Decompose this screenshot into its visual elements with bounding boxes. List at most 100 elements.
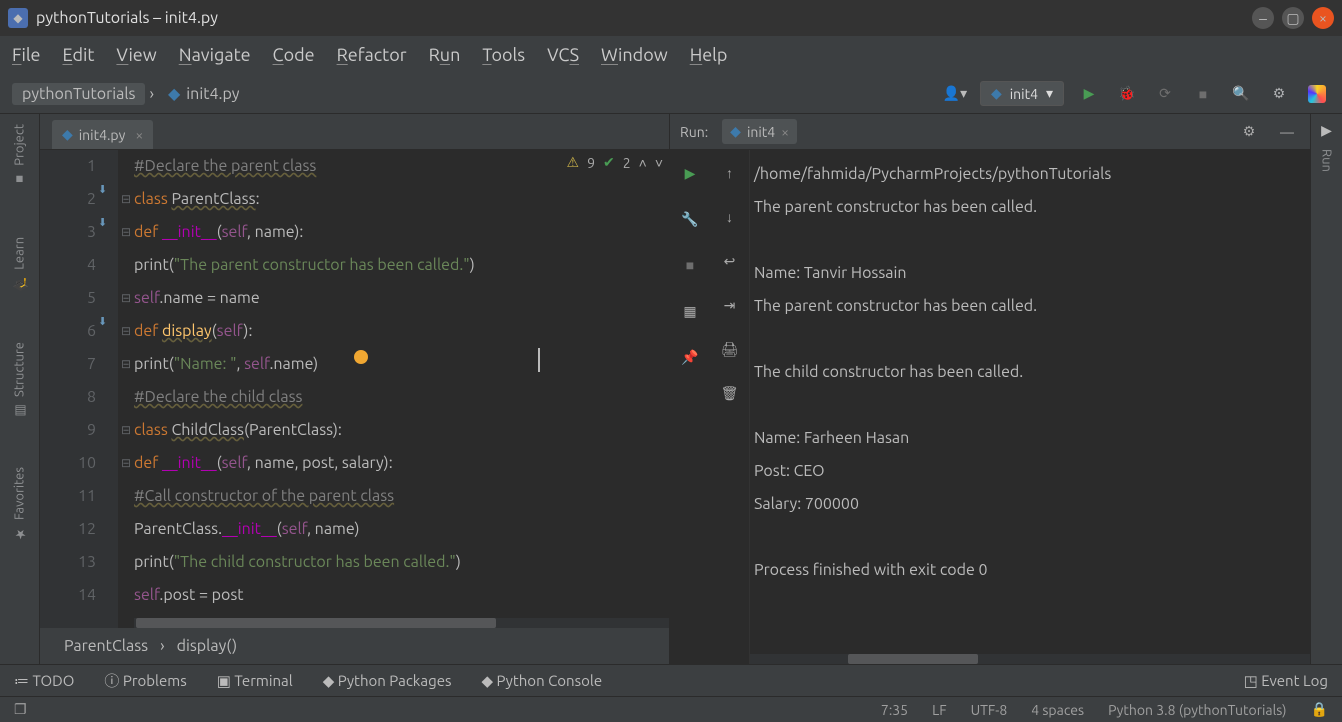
python-icon <box>730 123 741 140</box>
console-hscroll[interactable] <box>750 654 1310 664</box>
editor-tab-init4[interactable]: init4.py × <box>52 120 153 149</box>
down-arrow-icon[interactable]: ↓ <box>717 204 743 230</box>
tool-favorites[interactable]: ★ Favorites <box>12 467 27 541</box>
user-icon[interactable]: 👤▾ <box>942 81 968 107</box>
tool-python-console[interactable]: ◆ Python Console <box>482 672 603 690</box>
crumb-method[interactable]: display() <box>177 637 238 655</box>
menu-vcs[interactable]: VCS <box>547 45 579 65</box>
status-indent[interactable]: 4 spaces <box>1031 702 1084 718</box>
status-line-separator[interactable]: LF <box>932 702 947 718</box>
tool-terminal[interactable]: ▣ Terminal <box>217 672 293 690</box>
tool-run[interactable]: Run <box>1320 149 1334 172</box>
chevron-down-icon: ▾ <box>1046 85 1053 102</box>
run-button[interactable]: ▶ <box>1076 81 1102 107</box>
menu-edit[interactable]: Edit <box>63 45 95 65</box>
editor-tabs: init4.py × <box>40 114 669 150</box>
editor-hscroll[interactable] <box>134 618 669 628</box>
code-editor[interactable]: ⚠9 ✔2 ˄ ˅ 1 2⬇ 3⬇ 4 5 6⬇ 7 8 9 10 11 <box>40 150 669 628</box>
expand-arrow-icon[interactable]: ▶ <box>1321 122 1332 139</box>
maximize-icon[interactable]: ▢ <box>1282 7 1304 29</box>
menu-run[interactable]: Run <box>429 45 461 65</box>
debug-button[interactable]: 🐞 <box>1114 81 1140 107</box>
run-panel: Run: init4 × ⚙ — ▶ 🔧 ■ ▦ 📌 ↑ ↓ <box>670 114 1310 664</box>
tool-project[interactable]: ■ Project <box>12 124 27 187</box>
run-body: ▶ 🔧 ■ ▦ 📌 ↑ ↓ ↩ ⇥ 🖨 🗑 /home/fahmida/Pych… <box>670 150 1310 664</box>
left-tool-strip: ■ Project 🎓 Learn ▤ Structure ★ Favorite… <box>0 114 40 664</box>
console-output[interactable]: /home/fahmida/PycharmProjects/pythonTuto… <box>750 150 1310 664</box>
status-encoding[interactable]: UTF-8 <box>971 702 1008 718</box>
override-icon[interactable]: ⬇ <box>98 183 107 196</box>
run-toolbar-right: ↑ ↓ ↩ ⇥ 🖨 🗑 <box>710 150 750 664</box>
bottom-tool-tabs: ≔ TODO ⓘ Problems ▣ Terminal ◆ Python Pa… <box>0 664 1342 696</box>
window-controls: ‒ ▢ × <box>1252 7 1334 29</box>
settings-icon[interactable]: ⚙ <box>1266 81 1292 107</box>
python-file-icon <box>62 126 73 143</box>
search-icon[interactable]: 🔍 <box>1228 81 1254 107</box>
text-cursor <box>538 348 540 372</box>
menu-code[interactable]: Code <box>273 45 315 65</box>
stop-button[interactable]: ■ <box>1190 81 1216 107</box>
editor-run-split: init4.py × ⚠9 ✔2 ˄ ˅ 1 2⬇ 3⬇ 4 5 6⬇ 7 8 <box>40 114 1310 664</box>
ide-features-icon[interactable] <box>1304 81 1330 107</box>
title-bar: ◆ pythonTutorials – init4.py ‒ ▢ × <box>0 0 1342 36</box>
override-icon[interactable]: ⬇ <box>98 315 107 328</box>
run-toolbar-left: ▶ 🔧 ■ ▦ 📌 <box>670 150 710 664</box>
menu-file[interactable]: File <box>12 45 41 65</box>
status-cursor-position[interactable]: 7:35 <box>881 702 908 718</box>
code-area[interactable]: #Declare the parent class class ParentCl… <box>134 150 669 628</box>
pin-icon[interactable]: 📌 <box>677 344 703 370</box>
menu-window[interactable]: Window <box>601 45 668 65</box>
print-icon[interactable]: 🖨 <box>717 336 743 362</box>
menu-bar: File Edit View Navigate Code Refactor Ru… <box>0 36 1342 74</box>
window-title: pythonTutorials – init4.py <box>36 9 218 27</box>
run-settings-icon[interactable]: ⚙ <box>1236 119 1262 145</box>
fold-gutter[interactable]: ⊟⊟⊟⊟⊟⊟⊟ <box>118 150 134 628</box>
close-tab-icon[interactable]: × <box>781 124 789 140</box>
breadcrumb-file[interactable]: init4.py <box>158 82 250 105</box>
crumb-class[interactable]: ParentClass <box>64 637 148 655</box>
override-icon[interactable]: ⬇ <box>98 216 107 229</box>
editor-panel: init4.py × ⚠9 ✔2 ˄ ˅ 1 2⬇ 3⬇ 4 5 6⬇ 7 8 <box>40 114 670 664</box>
minimize-tool-icon[interactable]: — <box>1274 119 1300 145</box>
main-area: ■ Project 🎓 Learn ▤ Structure ★ Favorite… <box>0 114 1342 664</box>
breadcrumb-separator: › <box>149 85 154 103</box>
run-config-select[interactable]: init4 ▾ <box>980 81 1064 106</box>
run-header: Run: init4 × ⚙ — <box>670 114 1310 150</box>
python-icon <box>991 85 1002 102</box>
status-windows-icon[interactable]: ❐ <box>14 701 27 718</box>
close-tab-icon[interactable]: × <box>131 127 143 143</box>
close-icon[interactable]: × <box>1312 7 1334 29</box>
tool-todo[interactable]: ≔ TODO <box>14 672 74 690</box>
run-header-label: Run: <box>680 124 708 140</box>
menu-tools[interactable]: Tools <box>482 45 525 65</box>
editor-breadcrumb[interactable]: ParentClass › display() <box>40 628 669 664</box>
line-number-gutter[interactable]: 1 2⬇ 3⬇ 4 5 6⬇ 7 8 9 10 11 12 13 14 <box>40 150 118 628</box>
breadcrumbs: pythonTutorials › init4.py <box>12 82 250 105</box>
tool-event-log[interactable]: ◳ Event Log <box>1244 672 1328 690</box>
tool-structure[interactable]: ▤ Structure <box>12 342 27 418</box>
stop-button[interactable]: ■ <box>677 252 703 278</box>
menu-refactor[interactable]: Refactor <box>337 45 407 65</box>
tool-problems[interactable]: ⓘ Problems <box>104 670 186 691</box>
coverage-button[interactable]: ⟳ <box>1152 81 1178 107</box>
soft-wrap-icon[interactable]: ↩ <box>717 248 743 274</box>
breadcrumb-project[interactable]: pythonTutorials <box>12 83 145 105</box>
navigation-bar: pythonTutorials › init4.py 👤▾ init4 ▾ ▶ … <box>0 74 1342 114</box>
rerun-button[interactable]: ▶ <box>677 160 703 186</box>
status-bar: ❐ 7:35 LF UTF-8 4 spaces Python 3.8 (pyt… <box>0 696 1342 722</box>
status-interpreter[interactable]: Python 3.8 (pythonTutorials) <box>1108 702 1286 718</box>
menu-navigate[interactable]: Navigate <box>179 45 251 65</box>
menu-view[interactable]: View <box>116 45 156 65</box>
wrench-icon[interactable]: 🔧 <box>677 206 703 232</box>
tool-python-packages[interactable]: ◆ Python Packages <box>323 672 452 690</box>
intention-bulb-icon[interactable] <box>354 350 368 364</box>
layout-icon[interactable]: ▦ <box>677 298 703 324</box>
tool-learn[interactable]: 🎓 Learn <box>12 237 27 292</box>
up-arrow-icon[interactable]: ↑ <box>717 160 743 186</box>
status-lock-icon[interactable]: 🔒 <box>1311 701 1328 718</box>
run-tab-init4[interactable]: init4 × <box>722 119 797 144</box>
clear-icon[interactable]: 🗑 <box>717 380 743 406</box>
scroll-end-icon[interactable]: ⇥ <box>717 292 743 318</box>
minimize-icon[interactable]: ‒ <box>1252 7 1274 29</box>
menu-help[interactable]: Help <box>690 45 728 65</box>
